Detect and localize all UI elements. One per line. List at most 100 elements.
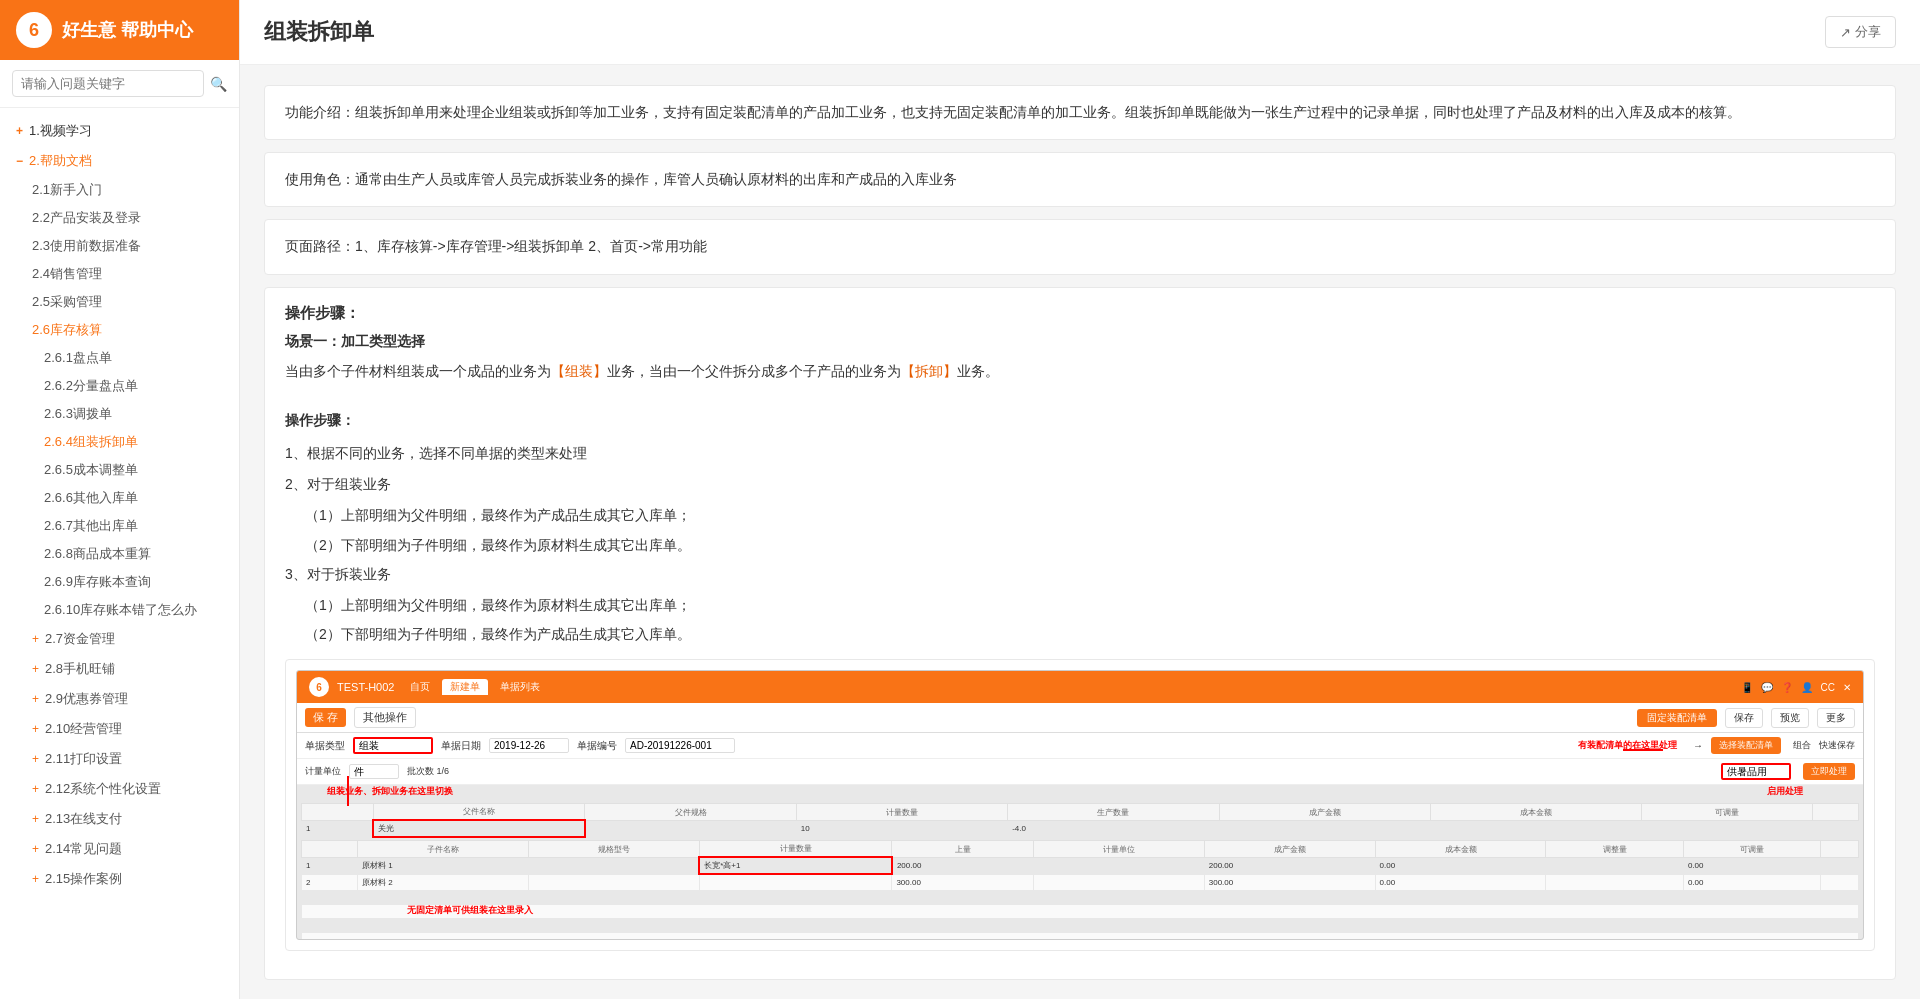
main-header: 组装拆卸单 ↗ 分享 [240, 0, 1920, 65]
ss-sub-col-upper: 上量 [892, 841, 1034, 858]
ss-sub-col-spec: 规格型号 [528, 841, 699, 858]
ss-titlebar: 6 TEST-H002 自页 新建单 单据列表 📱 💬 ❓ 👤 CC [297, 671, 1863, 703]
sidebar-item-purchase[interactable]: 2.5采购管理 [0, 288, 239, 316]
ss-order-type-input[interactable] [353, 737, 433, 754]
sidebar-item-faq[interactable]: + 2.14常见问题 [0, 834, 239, 864]
ss-icon-1: 📱 [1741, 682, 1753, 693]
sidebar-item-newcomer[interactable]: 2.1新手入门 [0, 176, 239, 204]
sidebar-header: 6 好生意 帮助中心 [0, 0, 239, 60]
ss-col-checkbox [302, 804, 374, 821]
sidebar-item-262[interactable]: 2.6.2分量盘点单 [0, 372, 239, 400]
sidebar-item-operation[interactable]: + 2.10经营管理 [0, 714, 239, 744]
ss-sub-cell-1-adj [1546, 857, 1684, 874]
ss-btn-save[interactable]: 保 存 [305, 708, 346, 727]
sidebar-item-269[interactable]: 2.6.9库存账本查询 [0, 568, 239, 596]
ss-unit-label: 计量单位 [305, 765, 341, 778]
sidebar-item-fund[interactable]: + 2.7资金管理 [0, 624, 239, 654]
ss-tab-new[interactable]: 新建单 [442, 679, 488, 695]
sidebar-item-coupon[interactable]: + 2.9优惠券管理 [0, 684, 239, 714]
ss-sub-cell-1-upper: 200.00 [892, 857, 1034, 874]
sidebar-item-266[interactable]: 2.6.6其他入库单 [0, 484, 239, 512]
ss-fixed-bom-btn[interactable]: 固定装配清单 [1637, 709, 1717, 727]
sidebar-item-docs[interactable]: − 2.帮助文档 [0, 146, 239, 176]
ss-sub-cell-1-act [1821, 857, 1859, 874]
ss-sub-cell-2-unit [1033, 874, 1204, 890]
search-icon[interactable]: 🔍 [210, 76, 227, 92]
step3: 3、对于拆装业务 [285, 562, 1875, 587]
ss-sub-cell-2-act [1821, 874, 1859, 890]
fund-expand-icon: + [32, 632, 39, 646]
ss-order-input[interactable] [625, 738, 735, 753]
ss-sub-empty-5 [302, 918, 1859, 932]
ss-col-prod-amt: 成产金额 [1219, 804, 1430, 821]
sidebar-item-system[interactable]: + 2.12系统个性化设置 [0, 774, 239, 804]
sidebar-item-268[interactable]: 2.6.8商品成本重算 [0, 540, 239, 568]
ss-sub-col-unit: 计量单位 [1033, 841, 1204, 858]
ss-col-measure: 计量数量 [796, 804, 1007, 821]
sidebar-item-263[interactable]: 2.6.3调拨单 [0, 400, 239, 428]
sidebar-item-mobile[interactable]: + 2.8手机旺铺 [0, 654, 239, 684]
main-content: 组装拆卸单 ↗ 分享 功能介绍：组装拆卸单用来处理企业组装或拆卸等加工业务，支持… [240, 0, 1920, 999]
sidebar-item-267[interactable]: 2.6.7其他出库单 [0, 512, 239, 540]
ss-sub-row-1: 1 原材料 1 长宽*高+1 200.00 200.00 0.00 0 [302, 857, 1859, 874]
ss-close-icon[interactable]: ✕ [1843, 682, 1851, 693]
mobile-expand-icon: + [32, 662, 39, 676]
sidebar-item-cases[interactable]: + 2.15操作案例 [0, 864, 239, 894]
sidebar-item-install[interactable]: 2.2产品安装及登录 [0, 204, 239, 232]
ss-annotation-text2: 组装业务、拆卸业务在这里切换 [327, 785, 453, 798]
ss-btn-other[interactable]: 其他操作 [354, 707, 416, 728]
sidebar-item-265[interactable]: 2.6.5成本调整单 [0, 456, 239, 484]
ss-icon-3: ❓ [1781, 682, 1793, 693]
ss-sub-cell-1-check: 1 [302, 857, 358, 874]
ss-annotation-text4: 无固定清单可供组装在这里录入 [407, 905, 533, 915]
ss-select-bom-btn[interactable]: 选择装配清单 [1711, 737, 1781, 754]
sidebar-item-sales[interactable]: 2.4销售管理 [0, 260, 239, 288]
ss-annotation-row: 组装业务、拆卸业务在这里切换 启用处理 [297, 785, 1863, 803]
ss-sub-row-6 [302, 932, 1859, 940]
ss-sub-row-3 [302, 890, 1859, 904]
ss-sub-empty-6 [302, 932, 1859, 940]
ss-confirm-btn[interactable]: 立即处理 [1803, 763, 1855, 780]
ss-titlebar-right: 📱 💬 ❓ 👤 CC ✕ [1741, 682, 1851, 693]
assembly-keyword: 【组装】 [551, 363, 607, 379]
ss-sub-cell-1-avail: 0.00 [1683, 857, 1821, 874]
steps-title: 操作步骤： [285, 304, 1875, 323]
ss-cell-parent-name: 关光 [373, 820, 584, 837]
ss-col-avail: 可调量 [1642, 804, 1812, 821]
search-input[interactable] [12, 70, 204, 97]
ss-supplier-input[interactable] [1721, 763, 1791, 780]
ss-sub-col-check [302, 841, 358, 858]
ss-unit-input[interactable] [349, 764, 399, 779]
ss-date-input[interactable] [489, 738, 569, 753]
ss-btn-preview[interactable]: 预览 [1771, 708, 1809, 728]
ss-sub-cell-1-unit [1033, 857, 1204, 874]
ss-red-arrow-1 [1623, 749, 1663, 751]
ss-sub-cell-1-cost: 0.00 [1375, 857, 1546, 874]
ss-btn-more[interactable]: 更多 [1817, 708, 1855, 728]
ss-toolbar: 保 存 其他操作 固定装配清单 保存 预览 更多 [297, 703, 1863, 733]
page-title: 组装拆卸单 [264, 17, 374, 47]
ss-sub-col-adj: 调整量 [1546, 841, 1684, 858]
sidebar-item-print[interactable]: + 2.11打印设置 [0, 744, 239, 774]
sidebar-item-261[interactable]: 2.6.1盘点单 [0, 344, 239, 372]
ss-nav-home: 自页 [410, 680, 430, 694]
ss-sub-cell-1-qty: 长宽*高+1 [699, 857, 892, 874]
ss-cell-measure: 10 [796, 820, 1007, 837]
share-button[interactable]: ↗ 分享 [1825, 16, 1896, 48]
ss-btn-save2[interactable]: 保存 [1725, 708, 1763, 728]
ss-icon-2: 💬 [1761, 682, 1773, 693]
sidebar-item-264[interactable]: 2.6.4组装拆卸单 [0, 428, 239, 456]
sidebar-item-docs-label: 2.帮助文档 [29, 152, 92, 170]
sidebar-item-inventory[interactable]: 2.6库存核算 [0, 316, 239, 344]
step2: 2、对于组装业务 [285, 472, 1875, 497]
ss-tab-list[interactable]: 单据列表 [500, 680, 540, 694]
ss-sub-col-cost: 成本金额 [1375, 841, 1546, 858]
sidebar-item-2610[interactable]: 2.6.10库存账本错了怎么办 [0, 596, 239, 624]
sidebar-item-data-prep[interactable]: 2.3使用前数据准备 [0, 232, 239, 260]
faq-expand-icon: + [32, 842, 39, 856]
ss-sub-cell-2-cost: 0.00 [1375, 874, 1546, 890]
sidebar-item-video[interactable]: + 1.视频学习 [0, 116, 239, 146]
role-text: 使用角色：通常由生产人员或库管人员完成拆装业务的操作，库管人员确认原材料的出库和… [285, 167, 1875, 192]
ss-sub-col-name: 子件名称 [358, 841, 529, 858]
sidebar-item-payment[interactable]: + 2.13在线支付 [0, 804, 239, 834]
